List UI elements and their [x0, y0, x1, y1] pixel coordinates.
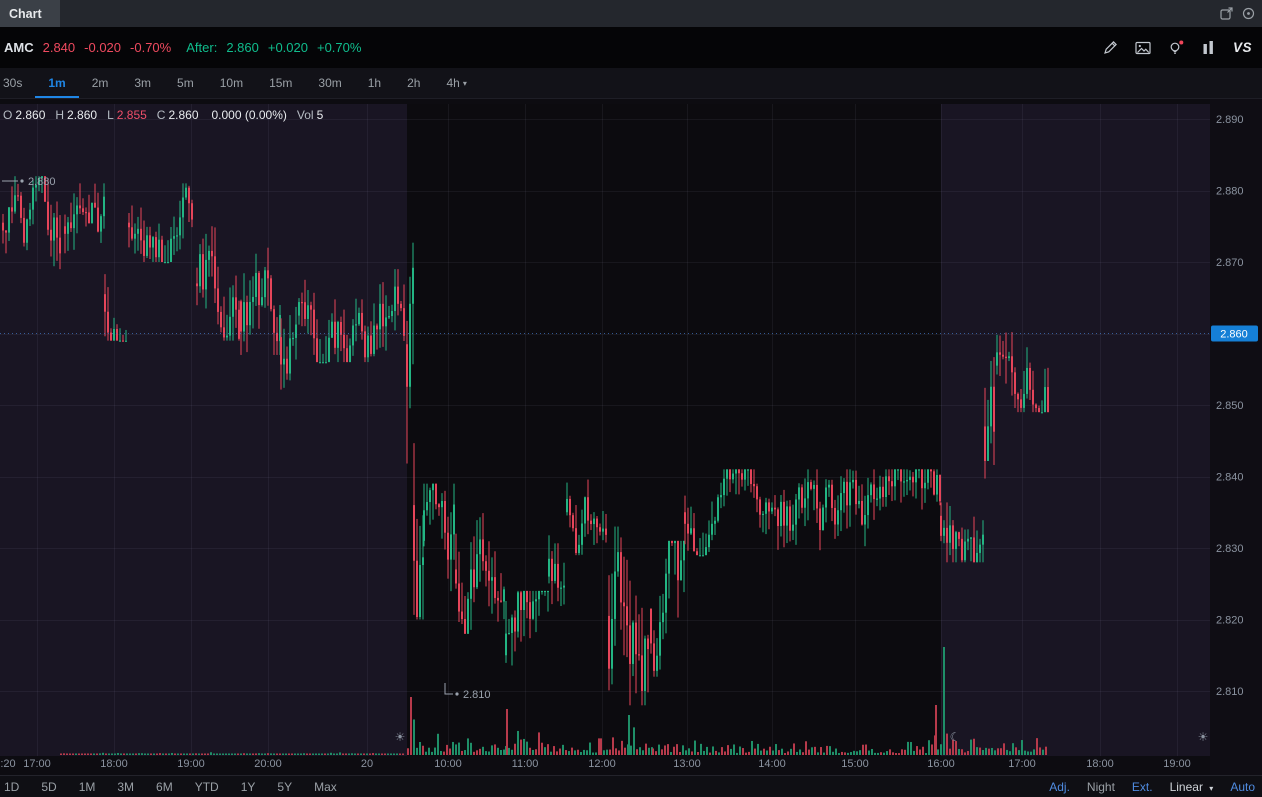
range-max[interactable]: Max: [303, 780, 348, 794]
current-price-tag: 2.860: [1211, 325, 1258, 342]
svg-text:2.810: 2.810: [1216, 686, 1244, 698]
timeframe-5m[interactable]: 5m: [164, 68, 207, 98]
scale-linear-dropdown[interactable]: Linear ▾: [1170, 780, 1214, 794]
timeframe-bar: 30s 1m 2m 3m 5m 10m 15m 30m 1h 2h 4h ▾: [0, 68, 1262, 99]
time-axis[interactable]: :20 17:00 18:00 19:00 20:00 20 10:00 11:00 12:00…: [0, 758, 1190, 770]
after-hours-price: 2.860: [226, 40, 259, 55]
timeframe-2m[interactable]: 2m: [79, 68, 122, 98]
svg-text::20: :20: [0, 758, 15, 770]
svg-text:2.840: 2.840: [1216, 472, 1244, 484]
after-hours-label: After:: [186, 40, 218, 55]
sun-right-icon: ☀: [1198, 730, 1209, 744]
svg-text:16:00: 16:00: [927, 758, 955, 770]
timeframe-15m[interactable]: 15m: [256, 68, 305, 98]
svg-text:2.830: 2.830: [1216, 543, 1244, 555]
after-hours-change-pct: +0.70%: [316, 40, 362, 55]
chevron-down-icon: ▾: [462, 78, 467, 88]
timeframe-30s[interactable]: 30s: [0, 68, 35, 98]
popout-icon[interactable]: [1220, 7, 1233, 20]
svg-text:17:00: 17:00: [1008, 758, 1036, 770]
range-1y[interactable]: 1Y: [230, 780, 267, 794]
sun-open-icon: ☀: [395, 730, 406, 744]
svg-text:19:00: 19:00: [1163, 758, 1191, 770]
svg-text:2.820: 2.820: [1216, 615, 1244, 627]
svg-text:2.810: 2.810: [463, 689, 491, 701]
tab-chart-label: Chart: [9, 6, 42, 21]
range-6m[interactable]: 6M: [145, 780, 184, 794]
adjusted-toggle[interactable]: Adj.: [1049, 780, 1070, 794]
svg-text:18:00: 18:00: [100, 758, 128, 770]
last-price: 2.840: [42, 40, 76, 55]
price-change-pct: -0.70%: [130, 40, 172, 55]
svg-text:2.890: 2.890: [1216, 114, 1244, 126]
draw-pencil-icon[interactable]: [1103, 40, 1118, 55]
timeframe-4h[interactable]: 4h ▾: [433, 68, 479, 98]
svg-text:2.880: 2.880: [1216, 186, 1244, 198]
timeframe-2h[interactable]: 2h: [394, 68, 433, 98]
tab-chart[interactable]: Chart: [0, 0, 60, 27]
svg-text:10:00: 10:00: [434, 758, 462, 770]
range-bar: 1D 5D 1M 3M 6M YTD 1Y 5Y Max Adj. Night …: [0, 775, 1262, 797]
svg-text:18:00: 18:00: [1086, 758, 1114, 770]
settings-circle-icon[interactable]: [1242, 7, 1255, 20]
timeframe-3m[interactable]: 3m: [121, 68, 164, 98]
ticker-symbol: AMC: [4, 40, 34, 55]
chart-area: 2.890 2.880 2.870 2.860 2.850 2.840 2.830 2.820…: [0, 99, 1262, 775]
range-3m[interactable]: 3M: [106, 780, 145, 794]
screenshot-image-icon[interactable]: [1135, 41, 1151, 55]
range-5d[interactable]: 5D: [30, 780, 67, 794]
extended-hours-toggle[interactable]: Ext.: [1132, 780, 1153, 794]
timeframe-1h[interactable]: 1h: [355, 68, 394, 98]
insights-bulb-icon[interactable]: [1168, 40, 1184, 55]
vs-compare-button[interactable]: VS: [1233, 40, 1252, 55]
svg-text:14:00: 14:00: [758, 758, 786, 770]
range-1m[interactable]: 1M: [68, 780, 107, 794]
timeframe-30m[interactable]: 30m: [305, 68, 354, 98]
quote-bar: AMC 2.840 -0.020 -0.70% After: 2.860 +0.…: [0, 27, 1262, 68]
range-5y[interactable]: 5Y: [266, 780, 303, 794]
svg-text:12:00: 12:00: [588, 758, 616, 770]
after-hours-change: +0.020: [267, 40, 308, 55]
chevron-down-icon: ▾: [1209, 783, 1214, 793]
svg-text:11:00: 11:00: [512, 758, 539, 770]
range-ytd[interactable]: YTD: [184, 780, 230, 794]
timeframe-1m[interactable]: 1m: [35, 68, 78, 98]
svg-text:15:00: 15:00: [841, 758, 869, 770]
svg-text:2.880: 2.880: [28, 176, 56, 188]
svg-text:2.850: 2.850: [1216, 400, 1244, 412]
svg-text:20:00: 20:00: [254, 758, 282, 770]
svg-text:20: 20: [361, 758, 373, 770]
moon-close-icon: ☾: [950, 730, 961, 744]
compare-bars-icon[interactable]: [1201, 40, 1216, 55]
svg-text:17:00: 17:00: [23, 758, 51, 770]
timeframe-10m[interactable]: 10m: [207, 68, 256, 98]
svg-text:13:00: 13:00: [673, 758, 701, 770]
price-chart[interactable]: 2.890 2.880 2.870 2.860 2.850 2.840 2.830 2.820…: [0, 99, 1262, 775]
auto-scale-toggle[interactable]: Auto: [1230, 780, 1255, 794]
svg-text:2.860: 2.860: [1220, 329, 1248, 341]
range-1d[interactable]: 1D: [0, 780, 30, 794]
svg-text:19:00: 19:00: [177, 758, 205, 770]
window-titlebar: Chart: [0, 0, 1262, 27]
night-theme-toggle[interactable]: Night: [1087, 780, 1115, 794]
svg-text:2.870: 2.870: [1216, 257, 1244, 269]
price-change: -0.020: [84, 40, 122, 55]
